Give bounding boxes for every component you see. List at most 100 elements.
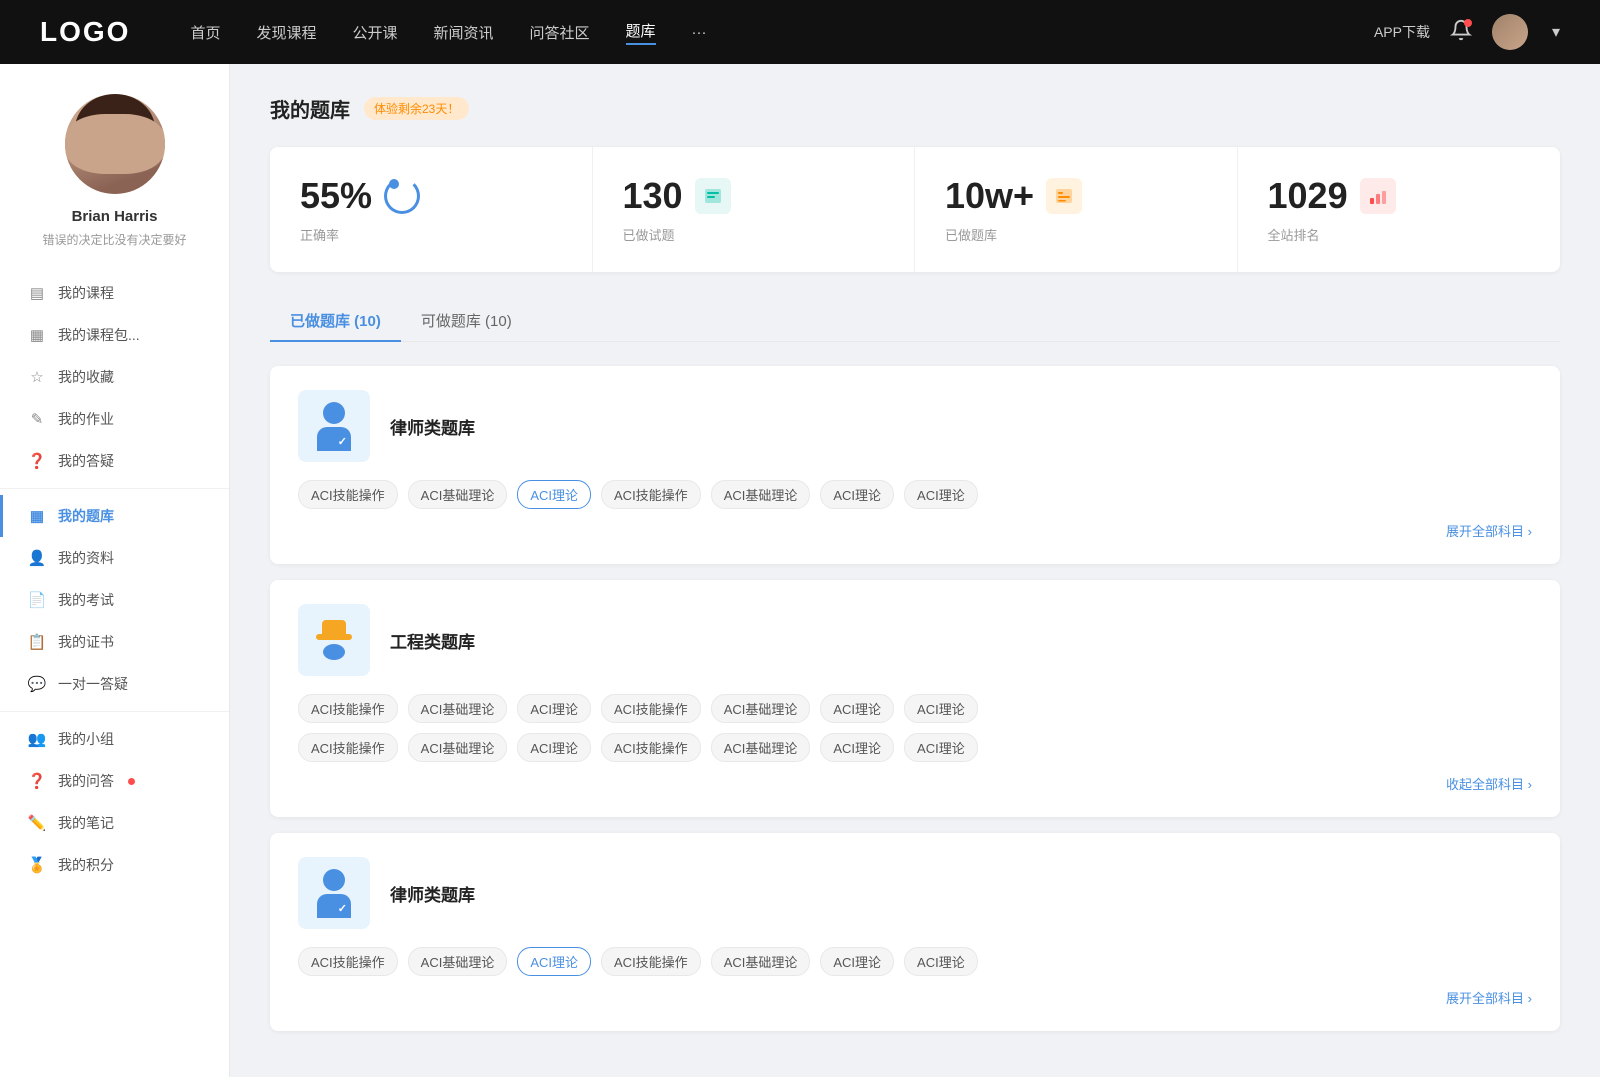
engineer-icon — [316, 620, 352, 660]
engineer-hat-wrap — [316, 620, 352, 642]
qbank-tag[interactable]: ACI技能操作 — [298, 947, 398, 976]
qbank-done-icon — [1046, 178, 1082, 214]
nav-item-发现课程[interactable]: 发现课程 — [256, 22, 316, 43]
qbank-tag[interactable]: ACI基础理论 — [408, 480, 508, 509]
nav-item-···[interactable]: ··· — [692, 24, 707, 41]
qbank-tag[interactable]: ACI技能操作 — [298, 694, 398, 723]
qbank-tag[interactable]: ACI理论 — [517, 480, 591, 509]
user-name: Brian Harris — [72, 208, 158, 225]
sidebar-item-我的课程[interactable]: ▤ 我的课程 — [0, 272, 229, 314]
sidebar-item-我的课程包...[interactable]: ▦ 我的课程包... — [0, 314, 229, 356]
qbank-tag[interactable]: ACI技能操作 — [298, 733, 398, 762]
expand-link[interactable]: 展开全部科目 — [1446, 521, 1532, 540]
question-circle-icon: ❓ — [28, 452, 46, 470]
sidebar-item-我的收藏[interactable]: ☆ 我的收藏 — [0, 356, 229, 398]
stat-card-2: 10w+ 已做题库 — [915, 147, 1238, 272]
nav-item-新闻资讯[interactable]: 新闻资讯 — [434, 22, 494, 43]
lawyer-icon: ✓ — [317, 402, 351, 451]
qbank-header: ✓ 律师类题库 — [298, 857, 1532, 929]
qbank-tag[interactable]: ACI理论 — [904, 480, 978, 509]
sidebar-item-我的积分[interactable]: 🏅 我的积分 — [0, 844, 229, 886]
user-motto: 错误的决定比没有决定要好 — [32, 231, 196, 248]
sidebar-divider — [0, 488, 229, 489]
sidebar-item-label: 我的积分 — [58, 855, 114, 875]
stat-top: 130 — [623, 175, 885, 217]
qbank-tag[interactable]: ACI基础理论 — [408, 694, 508, 723]
sidebar: Brian Harris 错误的决定比没有决定要好 ▤ 我的课程 ▦ 我的课程包… — [0, 64, 230, 1077]
qbank-tag[interactable]: ACI理论 — [517, 947, 591, 976]
qbank-tag[interactable]: ACI基础理论 — [711, 480, 811, 509]
qbank-header: 工程类题库 — [298, 604, 1532, 676]
user-dropdown-icon[interactable]: ▾ — [1552, 22, 1560, 42]
sidebar-item-label: 我的课程包... — [58, 325, 140, 345]
qbank-tag[interactable]: ACI技能操作 — [298, 480, 398, 509]
engineer-hat-top — [322, 620, 346, 634]
sidebar-item-我的考试[interactable]: 📄 我的考试 — [0, 579, 229, 621]
sidebar-item-我的题库[interactable]: ▦ 我的题库 — [0, 495, 229, 537]
qbank-tag[interactable]: ACI基础理论 — [711, 733, 811, 762]
qbank-tag[interactable]: ACI基础理论 — [408, 733, 508, 762]
app-download-link[interactable]: APP下载 — [1374, 22, 1430, 42]
sidebar-item-我的问答[interactable]: ❓ 我的问答 — [0, 760, 229, 802]
qbank-tag[interactable]: ACI理论 — [904, 694, 978, 723]
nav-item-问答社区[interactable]: 问答社区 — [530, 22, 590, 43]
nav-item-公开课[interactable]: 公开课 — [352, 22, 397, 43]
qbank-tag[interactable]: ACI技能操作 — [601, 947, 701, 976]
qbank-tag[interactable]: ACI理论 — [820, 733, 894, 762]
qbank-tag[interactable]: ACI基础理论 — [408, 947, 508, 976]
qbank-tags: ACI技能操作 ACI基础理论 ACI理论 ACI技能操作 ACI基础理论 ACI理论 AC… — [298, 480, 1532, 509]
qbank-icon-wrap: ✓ — [298, 857, 370, 929]
qbank-tag[interactable]: ACI技能操作 — [601, 694, 701, 723]
qbank-name: 律师类题库 — [390, 881, 475, 906]
stat-value: 130 — [623, 175, 683, 217]
notification-bell[interactable] — [1450, 19, 1472, 46]
qbank-tag[interactable]: ACI理论 — [904, 947, 978, 976]
qa-icon: ❓ — [28, 772, 46, 790]
sidebar-item-我的笔记[interactable]: ✏️ 我的笔记 — [0, 802, 229, 844]
stat-card-3: 1029 全站排名 — [1238, 147, 1561, 272]
qbank-tag[interactable]: ACI理论 — [904, 733, 978, 762]
qbank-tag[interactable]: ACI技能操作 — [601, 733, 701, 762]
bell-notification-dot — [1464, 19, 1472, 27]
sidebar-menu: ▤ 我的课程 ▦ 我的课程包... ☆ 我的收藏 ✎ 我的作业 ❓ 我的答疑 ▦… — [0, 272, 229, 886]
sidebar-item-我的小组[interactable]: 👥 我的小组 — [0, 718, 229, 760]
expand-link[interactable]: 展开全部科目 — [1446, 988, 1532, 1007]
collapse-link[interactable]: 收起全部科目 › — [1446, 774, 1532, 793]
stat-top: 55% — [300, 175, 562, 217]
qbank-tag[interactable]: ACI理论 — [517, 694, 591, 723]
qbank-tag[interactable]: ACI基础理论 — [711, 947, 811, 976]
tab-item-已做题库 (10)[interactable]: 已做题库 (10) — [270, 300, 401, 341]
sidebar-item-我的证书[interactable]: 📋 我的证书 — [0, 621, 229, 663]
qbank-tag[interactable]: ACI技能操作 — [601, 480, 701, 509]
qbank-tags-row1: ACI技能操作 ACI基础理论 ACI理论 ACI技能操作 ACI基础理论 ACI理论 AC… — [298, 694, 1532, 723]
qbank-footer: 展开全部科目 — [298, 988, 1532, 1007]
sidebar-item-我的作业[interactable]: ✎ 我的作业 — [0, 398, 229, 440]
qbank-tag[interactable]: ACI基础理论 — [711, 694, 811, 723]
page-header: 我的题库 体验剩余23天！ — [270, 94, 1560, 123]
note-icon: ✏️ — [28, 814, 46, 832]
qbank-tag[interactable]: ACI理论 — [820, 480, 894, 509]
qbank-card-3: ✓ 律师类题库 ACI技能操作 ACI基础理论 ACI理论 ACI技能操作 ACI基础理… — [270, 833, 1560, 1031]
sidebar-item-我的答疑[interactable]: ❓ 我的答疑 — [0, 440, 229, 482]
cert-icon: 📋 — [28, 633, 46, 651]
stat-top: 10w+ — [945, 175, 1207, 217]
qbank-tag[interactable]: ACI理论 — [820, 947, 894, 976]
lawyer-head — [323, 402, 345, 424]
stat-label: 全站排名 — [1268, 225, 1531, 244]
sidebar-item-我的资料[interactable]: 👤 我的资料 — [0, 537, 229, 579]
stat-label: 已做题库 — [945, 225, 1207, 244]
lawyer-icon: ✓ — [317, 869, 351, 918]
sidebar-item-label: 我的资料 — [58, 548, 114, 568]
tab-item-可做题库 (10)[interactable]: 可做题库 (10) — [401, 300, 532, 341]
chat-icon: 💬 — [28, 675, 46, 693]
qbank-tag[interactable]: ACI理论 — [820, 694, 894, 723]
edit-icon: ✎ — [28, 410, 46, 428]
sidebar-item-label: 我的题库 — [58, 506, 114, 526]
sidebar-item-一对一答疑[interactable]: 💬 一对一答疑 — [0, 663, 229, 705]
nav-item-首页[interactable]: 首页 — [190, 22, 220, 43]
qbank-tag[interactable]: ACI理论 — [517, 733, 591, 762]
nav-item-题库[interactable]: 题库 — [626, 20, 656, 45]
sidebar-item-label: 我的笔记 — [58, 813, 114, 833]
user-avatar[interactable] — [1492, 14, 1528, 50]
lawyer-body: ✓ — [317, 427, 351, 451]
